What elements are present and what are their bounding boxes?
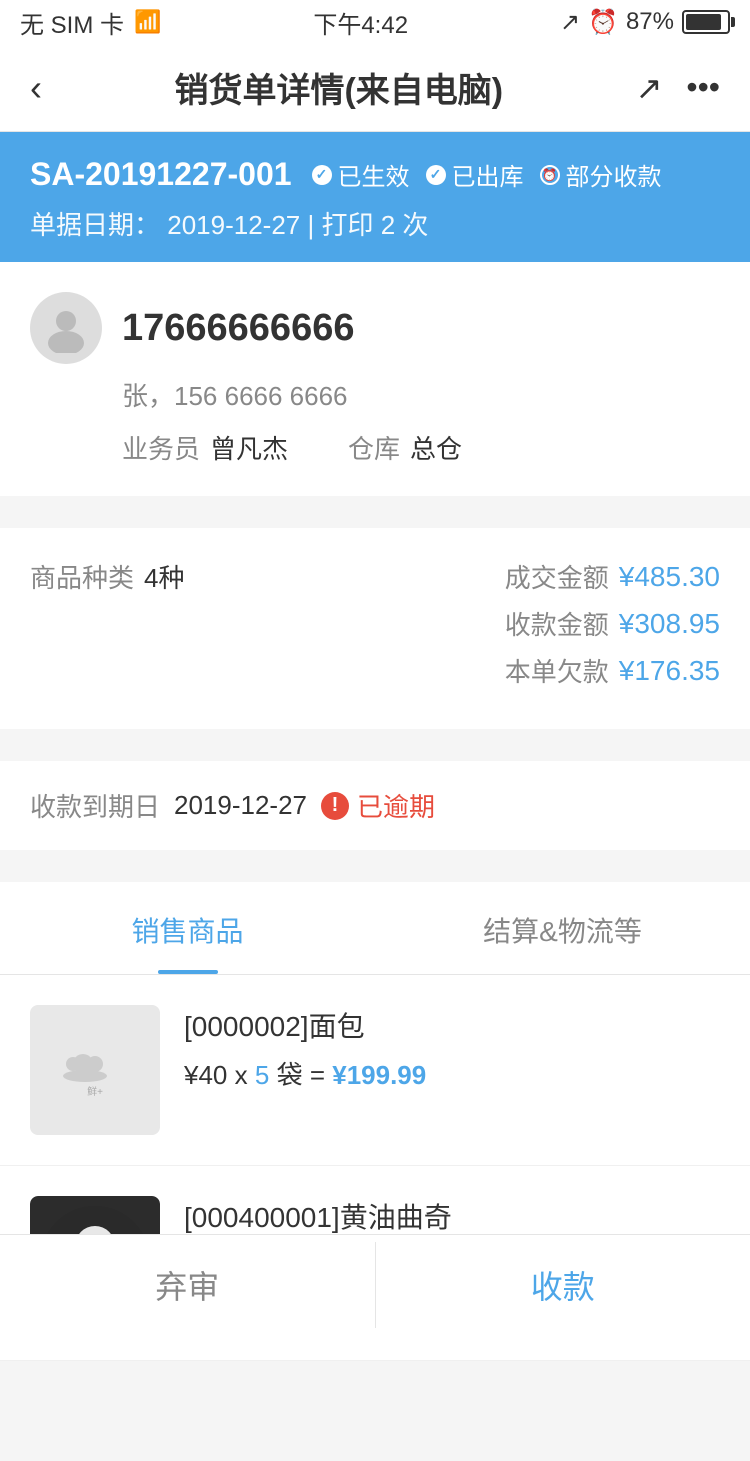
badge-effective-label: 已生效 [338,157,410,192]
product-qty-1: 5 [255,1060,269,1090]
order-date-value: 2019-12-27 [167,210,300,240]
battery-icon [682,10,730,34]
svg-text:鲜+: 鲜+ [87,1085,103,1098]
received-item: 收款金额 ¥308.95 [505,605,720,642]
product-price-unit-1: ¥40 [184,1060,227,1090]
badge-partial: ⏰ 部分收款 [540,157,662,192]
carrier-label: 无 SIM 卡 [20,5,124,40]
product-multiply-1: x [235,1060,255,1090]
tabs-header: 销售商品 结算&物流等 [0,882,750,975]
divider-2 [0,745,750,761]
cancel-button[interactable]: 弃审 [0,1242,376,1328]
stats-right: 成交金额 ¥485.30 收款金额 ¥308.95 本单欠款 ¥176.35 [505,558,720,699]
customer-meta: 业务员 曾凡杰 仓库 总仓 [122,429,720,466]
customer-name: 17666666666 [122,307,354,350]
stats-section: 商品种类 4种 成交金额 ¥485.30 收款金额 ¥308.95 本单欠款 ¥… [0,528,750,729]
nav-bar: ‹ 销货单详情(来自电脑) ↗︎ ••• [0,44,750,132]
check-icon-1: ✓ [312,165,332,185]
alarm-icon: ⏰ [588,8,618,37]
type-item: 商品种类 4种 [30,558,184,595]
stats-left: 商品种类 4种 [30,558,184,605]
amount-value: ¥485.30 [619,561,720,593]
sales-label: 业务员 [122,429,200,466]
status-time: 下午4:42 [313,5,408,40]
order-badges: ✓ 已生效 ✓ 已出库 ⏰ 部分收款 [312,157,662,192]
product-unit-1: 袋 [277,1060,303,1090]
debt-item: 本单欠款 ¥176.35 [505,652,720,689]
bottom-bar: 弃审 收款 [0,1234,750,1334]
avatar [30,292,102,364]
status-right: ↗ ⏰ 87% [560,8,730,37]
product-equals-1: = [310,1060,332,1090]
status-bar: 无 SIM 卡 📶 下午4:42 ↗ ⏰ 87% [0,0,750,44]
share-button[interactable]: ↗︎ [636,69,663,107]
tab-sales-product-label: 销售商品 [131,916,243,947]
bottom-spacer [0,1361,750,1461]
product-thumb-placeholder-1: 鲜+ [30,1005,160,1135]
overdue-badge: ! 已逾期 [321,787,435,824]
print-separator: | [307,210,321,240]
overdue-text: 已逾期 [357,787,435,824]
product-thumb-1: 鲜+ [30,1005,160,1135]
order-date-label: 单据日期： [30,210,160,240]
location-icon: ↗ [560,8,580,37]
confirm-button[interactable]: 收款 [376,1242,750,1328]
wifi-icon: 📶 [134,9,161,35]
check-icon-2: ✓ [426,165,446,185]
overdue-icon: ! [321,792,349,820]
debt-value: ¥176.35 [619,655,720,687]
product-name-1: [0000002]面包 [184,1005,720,1045]
tab-sales-product[interactable]: 销售商品 [0,882,375,974]
badge-effective: ✓ 已生效 [312,157,410,192]
battery-label: 87% [626,8,674,36]
type-label: 商品种类 [30,558,134,595]
product-name-2: [000400001]黄油曲奇 [184,1196,720,1236]
divider-1 [0,512,750,528]
badge-shipped: ✓ 已出库 [426,157,524,192]
print-label: 打印 [321,210,373,240]
warehouse-item: 仓库 总仓 [348,429,462,466]
status-left: 无 SIM 卡 📶 [20,5,161,40]
debt-label: 本单欠款 [505,652,609,689]
due-section: 收款到期日 2019-12-27 ! 已逾期 [0,761,750,850]
order-date-row: 单据日期： 2019-12-27 | 打印 2 次 [30,205,720,242]
print-suffix: 次 [402,210,428,240]
back-button[interactable]: ‹ [30,67,42,109]
product-price-row-1: ¥40 x 5 袋 = ¥199.99 [184,1055,720,1092]
customer-section: 17666666666 张，156 6666 6666 业务员 曾凡杰 仓库 总… [0,262,750,496]
customer-sub: 张，156 6666 6666 [122,376,720,413]
order-header: SA-20191227-001 ✓ 已生效 ✓ 已出库 ⏰ 部分收款 单据日期：… [0,132,750,262]
tab-settlement-label: 结算&物流等 [483,916,642,947]
sales-item: 业务员 曾凡杰 [122,429,288,466]
received-value: ¥308.95 [619,608,720,640]
print-count: 2 [381,210,395,240]
amount-label: 成交金额 [505,558,609,595]
customer-row: 17666666666 [30,292,720,364]
sales-value: 曾凡杰 [210,429,288,466]
product-total-1: ¥199.99 [332,1060,426,1090]
order-header-top: SA-20191227-001 ✓ 已生效 ✓ 已出库 ⏰ 部分收款 [30,156,720,193]
type-value: 4种 [144,558,184,595]
product-item: 鲜+ [0000002]面包 ¥40 x 5 袋 = ¥199.99 [0,975,750,1166]
warehouse-value: 总仓 [410,429,462,466]
divider-3 [0,866,750,882]
tab-settlement[interactable]: 结算&物流等 [375,882,750,974]
order-id: SA-20191227-001 [30,156,292,193]
due-date-value: 2019-12-27 [174,790,307,821]
page-title: 销货单详情(来自电脑) [174,63,503,112]
clock-icon: ⏰ [540,165,560,185]
badge-shipped-label: 已出库 [452,157,524,192]
more-button[interactable]: ••• [686,69,720,106]
received-label: 收款金额 [505,605,609,642]
amount-item: 成交金额 ¥485.30 [505,558,720,595]
badge-partial-label: 部分收款 [566,157,662,192]
due-label: 收款到期日 [30,787,160,824]
product-info-1: [0000002]面包 ¥40 x 5 袋 = ¥199.99 [184,1005,720,1092]
warehouse-label: 仓库 [348,429,400,466]
nav-actions: ↗︎ ••• [636,69,720,107]
